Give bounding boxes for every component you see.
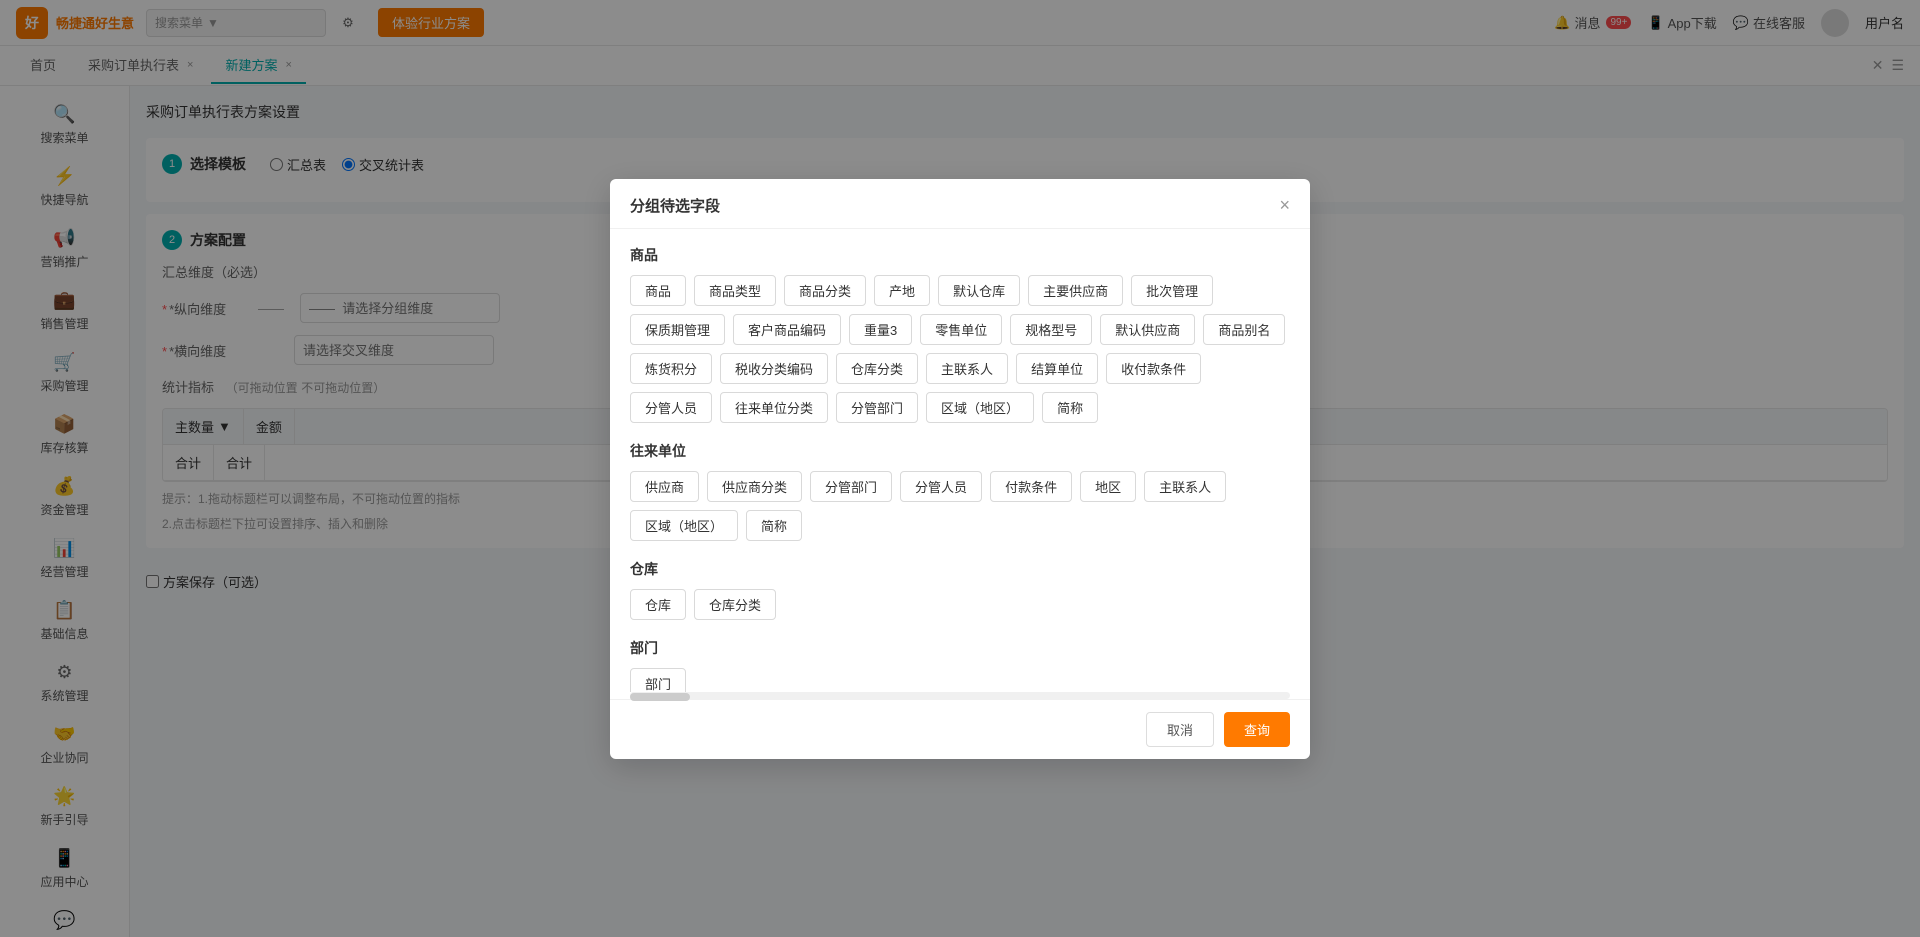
modal-cancel-button[interactable]: 取消 (1146, 712, 1214, 747)
field-tags-department: 部门 (630, 668, 1290, 692)
field-group-title-warehouse: 仓库 (630, 559, 1290, 579)
field-tag[interactable]: 简称 (1042, 392, 1098, 423)
field-group-product: 商品商品商品类型商品分类产地默认仓库主要供应商批次管理保质期管理客户商品编码重量… (630, 245, 1290, 423)
field-tag[interactable]: 地区 (1080, 471, 1136, 502)
field-tag[interactable]: 分管人员 (900, 471, 982, 502)
field-group-title-product: 商品 (630, 245, 1290, 265)
modal-title: 分组待选字段 (630, 195, 720, 216)
field-tag[interactable]: 仓库分类 (694, 589, 776, 620)
field-tag[interactable]: 简称 (746, 510, 802, 541)
field-tag[interactable]: 供应商分类 (707, 471, 802, 502)
field-group-title-partner: 往来单位 (630, 441, 1290, 461)
field-tag[interactable]: 供应商 (630, 471, 699, 502)
modal-body: 商品商品商品类型商品分类产地默认仓库主要供应商批次管理保质期管理客户商品编码重量… (610, 229, 1310, 692)
field-tag[interactable]: 往来单位分类 (720, 392, 828, 423)
field-selector-modal: 分组待选字段 × 商品商品商品类型商品分类产地默认仓库主要供应商批次管理保质期管… (610, 179, 1310, 759)
field-tag[interactable]: 分管部门 (836, 392, 918, 423)
field-tag[interactable]: 商品 (630, 275, 686, 306)
field-tag[interactable]: 收付款条件 (1106, 353, 1201, 384)
field-tag[interactable]: 结算单位 (1016, 353, 1098, 384)
field-tags-partner: 供应商供应商分类分管部门分管人员付款条件地区主联系人区域（地区） 简称 (630, 471, 1290, 541)
field-tag[interactable]: 客户商品编码 (733, 314, 841, 345)
modal-hscroll-thumb (630, 693, 690, 701)
field-tag[interactable]: 分管人员 (630, 392, 712, 423)
field-tag[interactable]: 区域（地区） (926, 392, 1034, 423)
modal-hscroll[interactable] (630, 692, 1290, 699)
modal-close-button[interactable]: × (1279, 196, 1290, 214)
field-tag[interactable]: 产地 (874, 275, 930, 306)
field-tags-product: 商品商品类型商品分类产地默认仓库主要供应商批次管理保质期管理客户商品编码重量3 零… (630, 275, 1290, 423)
field-group-warehouse: 仓库仓库仓库分类 (630, 559, 1290, 620)
field-tag[interactable]: 仓库分类 (836, 353, 918, 384)
modal-overlay: 分组待选字段 × 商品商品商品类型商品分类产地默认仓库主要供应商批次管理保质期管… (0, 0, 1920, 937)
field-group-partner: 往来单位供应商供应商分类分管部门分管人员付款条件地区主联系人区域（地区） 简称 (630, 441, 1290, 541)
field-tag[interactable]: 仓库 (630, 589, 686, 620)
field-tag[interactable]: 付款条件 (990, 471, 1072, 502)
field-tag[interactable]: 商品别名 (1203, 314, 1285, 345)
field-tag[interactable]: 部门 (630, 668, 686, 692)
field-tag[interactable]: 分管部门 (810, 471, 892, 502)
field-tag[interactable]: 批次管理 (1131, 275, 1213, 306)
field-tag[interactable]: 炼货积分 (630, 353, 712, 384)
field-tag[interactable]: 保质期管理 (630, 314, 725, 345)
modal-footer: 取消 查询 (610, 699, 1310, 759)
field-tag[interactable]: 区域（地区） (630, 510, 738, 541)
field-tag[interactable]: 重量3 (849, 314, 912, 345)
field-tag[interactable]: 商品类型 (694, 275, 776, 306)
field-group-title-department: 部门 (630, 638, 1290, 658)
field-tags-warehouse: 仓库仓库分类 (630, 589, 1290, 620)
field-group-department: 部门部门 (630, 638, 1290, 692)
field-tag[interactable]: 主联系人 (1144, 471, 1226, 502)
field-tag[interactable]: 规格型号 (1010, 314, 1092, 345)
field-tag[interactable]: 商品分类 (784, 275, 866, 306)
field-tag[interactable]: 税收分类编码 (720, 353, 828, 384)
field-tag[interactable]: 主联系人 (926, 353, 1008, 384)
modal-header: 分组待选字段 × (610, 179, 1310, 229)
field-tag[interactable]: 主要供应商 (1028, 275, 1123, 306)
field-tag[interactable]: 零售单位 (920, 314, 1002, 345)
modal-confirm-button[interactable]: 查询 (1224, 712, 1290, 747)
field-tag[interactable]: 默认供应商 (1100, 314, 1195, 345)
field-tag[interactable]: 默认仓库 (938, 275, 1020, 306)
